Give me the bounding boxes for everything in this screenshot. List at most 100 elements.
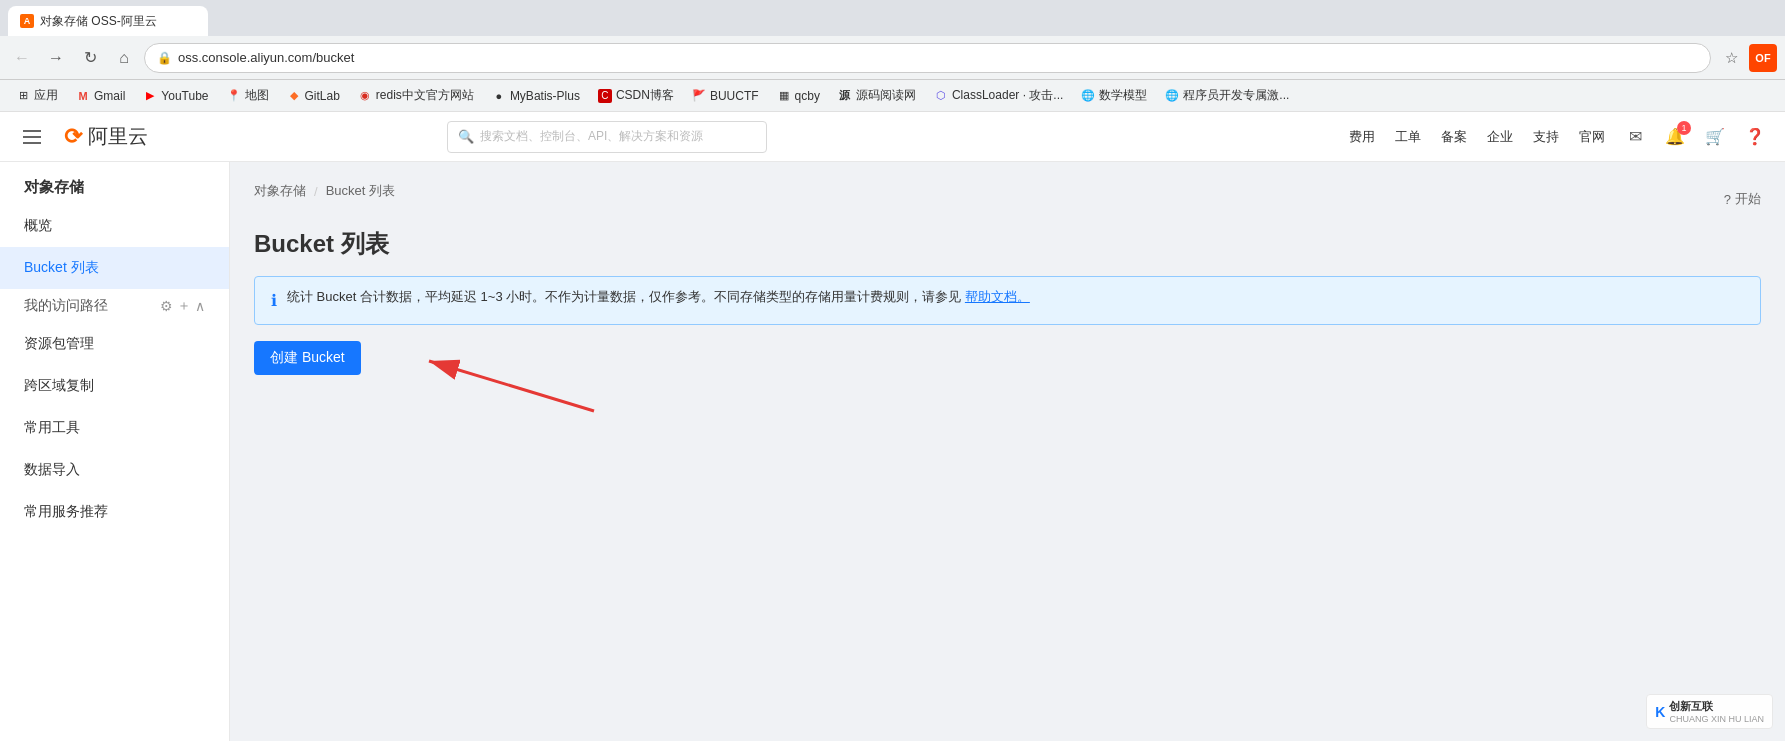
info-banner-text: 统计 Bucket 合计数据，平均延迟 1~3 小时。不作为计量数据，仅作参考。… <box>287 287 1030 308</box>
qcby-icon: ▦ <box>777 89 791 103</box>
nav-links: 费用 工单 备案 企业 支持 官网 <box>1349 128 1605 146</box>
info-banner-content: 统计 Bucket 合计数据，平均延迟 1~3 小时。不作为计量数据，仅作参考。… <box>287 289 961 304</box>
breadcrumb-current: Bucket 列表 <box>326 182 395 200</box>
bookmark-buuctf[interactable]: 🚩 BUUCTF <box>684 86 767 106</box>
top-nav: ⟳ 阿里云 🔍 搜索文档、控制台、API、解决方案和资源 费用 工单 备案 企业… <box>0 112 1785 162</box>
browser-toolbar: ← → ↻ ⌂ 🔒 oss.console.aliyun.com/bucket … <box>0 36 1785 80</box>
search-bar[interactable]: 🔍 搜索文档、控制台、API、解决方案和资源 <box>447 121 767 153</box>
bookmark-youtube[interactable]: ▶ YouTube <box>135 86 216 106</box>
logo-area[interactable]: ⟳ 阿里云 <box>64 123 148 150</box>
bookmark-mybatis-label: MyBatis-Plus <box>510 89 580 103</box>
create-bucket-button[interactable]: 创建 Bucket <box>254 341 361 375</box>
hamburger-button[interactable] <box>16 121 48 153</box>
address-bar[interactable]: 🔒 oss.console.aliyun.com/bucket <box>144 43 1711 73</box>
watermark: K 创新互联 CHUANG XIN HU LIAN <box>1646 694 1773 729</box>
sidebar-item-resource-mgmt[interactable]: 资源包管理 <box>0 323 229 365</box>
sidebar-collapse-button[interactable]: ‹ <box>229 432 230 472</box>
bookmark-dev-label: 程序员开发专属激... <box>1183 87 1289 104</box>
help-icon-button[interactable]: ❓ <box>1741 123 1769 151</box>
sidebar-item-overview[interactable]: 概览 <box>0 205 229 247</box>
nav-link-official[interactable]: 官网 <box>1579 128 1605 146</box>
bookmark-apps[interactable]: ⊞ 应用 <box>8 84 66 107</box>
bookmark-star-button[interactable]: ☆ <box>1717 44 1745 72</box>
bookmark-classloader-label: ClassLoader · 攻击... <box>952 87 1063 104</box>
bookmark-csdn-label: CSDN博客 <box>616 87 674 104</box>
bookmark-sourcecode-label: 源码阅读网 <box>856 87 916 104</box>
tab-favicon: A <box>20 14 34 28</box>
bookmark-classloader[interactable]: ⬡ ClassLoader · 攻击... <box>926 84 1071 107</box>
mybatis-icon: ● <box>492 89 506 103</box>
content-area: 对象存储 / Bucket 列表 ? 开始 Bucket 列表 ℹ 统计 Buc <box>230 162 1785 741</box>
search-icon: 🔍 <box>458 129 474 144</box>
bookmark-maps-label: 地图 <box>245 87 269 104</box>
home-button[interactable]: ⌂ <box>110 44 138 72</box>
bookmark-gitlab[interactable]: ◆ GitLab <box>279 86 348 106</box>
bookmark-math[interactable]: 🌐 数学模型 <box>1073 84 1155 107</box>
browser-tabs: A 对象存储 OSS-阿里云 <box>0 0 1785 36</box>
expand-icon[interactable]: ∧ <box>195 298 205 314</box>
dev-icon: 🌐 <box>1165 89 1179 103</box>
browser-tab[interactable]: A 对象存储 OSS-阿里云 <box>8 6 208 36</box>
sidebar-bucket-list-label: Bucket 列表 <box>24 259 99 277</box>
oss-service-title: 对象存储 <box>24 178 84 197</box>
bookmark-youtube-label: YouTube <box>161 89 208 103</box>
sidebar-common-services-label: 常用服务推荐 <box>24 503 108 521</box>
bookmark-mybatis[interactable]: ● MyBatis-Plus <box>484 86 588 106</box>
sidebar-item-cross-region[interactable]: 跨区域复制 <box>0 365 229 407</box>
bookmark-csdn[interactable]: C CSDN博客 <box>590 84 682 107</box>
help-link[interactable]: ? 开始 <box>1724 190 1761 208</box>
sidebar-access-path-label: 我的访问路径 <box>24 297 108 315</box>
settings-icon[interactable]: ⚙ <box>160 298 173 314</box>
sidebar-item-access-path[interactable]: 我的访问路径 ⚙ ＋ ∧ <box>0 289 229 323</box>
nav-link-workorder[interactable]: 工单 <box>1395 128 1421 146</box>
nav-link-fees[interactable]: 费用 <box>1349 128 1375 146</box>
help-doc-link[interactable]: 帮助文档。 <box>965 289 1030 304</box>
browser-chrome: A 对象存储 OSS-阿里云 ← → ↻ ⌂ 🔒 oss.console.ali… <box>0 0 1785 112</box>
bookmark-redis[interactable]: ◉ redis中文官方网站 <box>350 84 482 107</box>
sidebar-item-data-import[interactable]: 数据导入 <box>0 449 229 491</box>
search-placeholder: 搜索文档、控制台、API、解决方案和资源 <box>480 128 703 145</box>
buuctf-icon: 🚩 <box>692 89 706 103</box>
bookmark-gmail[interactable]: M Gmail <box>68 86 133 106</box>
cart-icon-button[interactable]: 🛒 <box>1701 123 1729 151</box>
apps-icon: ⊞ <box>16 89 30 103</box>
bookmark-dev[interactable]: 🌐 程序员开发专属激... <box>1157 84 1297 107</box>
sidebar-common-tools-label: 常用工具 <box>24 419 80 437</box>
forward-button[interactable]: → <box>42 44 70 72</box>
url-display: oss.console.aliyun.com/bucket <box>178 50 354 65</box>
email-icon-button[interactable]: ✉ <box>1621 123 1649 151</box>
breadcrumb-parent[interactable]: 对象存储 <box>254 182 306 200</box>
browser-user-avatar[interactable]: OF <box>1749 44 1777 72</box>
sidebar-section-title: 对象存储 <box>0 162 229 205</box>
add-icon[interactable]: ＋ <box>177 297 191 315</box>
logo-icon: ⟳ <box>64 124 82 150</box>
sidebar-item-common-services[interactable]: 常用服务推荐 <box>0 491 229 533</box>
classloader-icon: ⬡ <box>934 89 948 103</box>
watermark-text: 创新互联 CHUANG XIN HU LIAN <box>1669 699 1764 724</box>
email-icon: ✉ <box>1629 127 1642 146</box>
cart-icon: 🛒 <box>1705 127 1725 146</box>
sidebar-item-bucket-list[interactable]: Bucket 列表 <box>0 247 229 289</box>
youtube-icon: ▶ <box>143 89 157 103</box>
watermark-icon: K <box>1655 704 1665 720</box>
bookmark-maps[interactable]: 📍 地图 <box>219 84 277 107</box>
bookmark-qcby[interactable]: ▦ qcby <box>769 86 828 106</box>
reload-button[interactable]: ↻ <box>76 44 104 72</box>
logo-text: 阿里云 <box>88 123 148 150</box>
sidebar-resource-mgmt-label: 资源包管理 <box>24 335 94 353</box>
bookmark-qcby-label: qcby <box>795 89 820 103</box>
csdn-icon: C <box>598 89 612 103</box>
bookmark-math-label: 数学模型 <box>1099 87 1147 104</box>
back-button[interactable]: ← <box>8 44 36 72</box>
page-title: Bucket 列表 <box>254 228 1761 260</box>
bookmark-sourcecode[interactable]: 源 源码阅读网 <box>830 84 924 107</box>
main-wrapper: 对象存储 概览 Bucket 列表 我的访问路径 ⚙ ＋ ∧ 资源包管理 跨区域… <box>0 162 1785 741</box>
nav-link-support[interactable]: 支持 <box>1533 128 1559 146</box>
notification-icon-button[interactable]: 🔔 1 <box>1661 123 1689 151</box>
nav-link-enterprise[interactable]: 企业 <box>1487 128 1513 146</box>
action-area: 创建 Bucket <box>254 341 1761 375</box>
info-circle-icon: ℹ <box>271 288 277 314</box>
nav-link-icp[interactable]: 备案 <box>1441 128 1467 146</box>
sidebar-item-common-tools[interactable]: 常用工具 <box>0 407 229 449</box>
svg-line-1 <box>429 361 594 411</box>
